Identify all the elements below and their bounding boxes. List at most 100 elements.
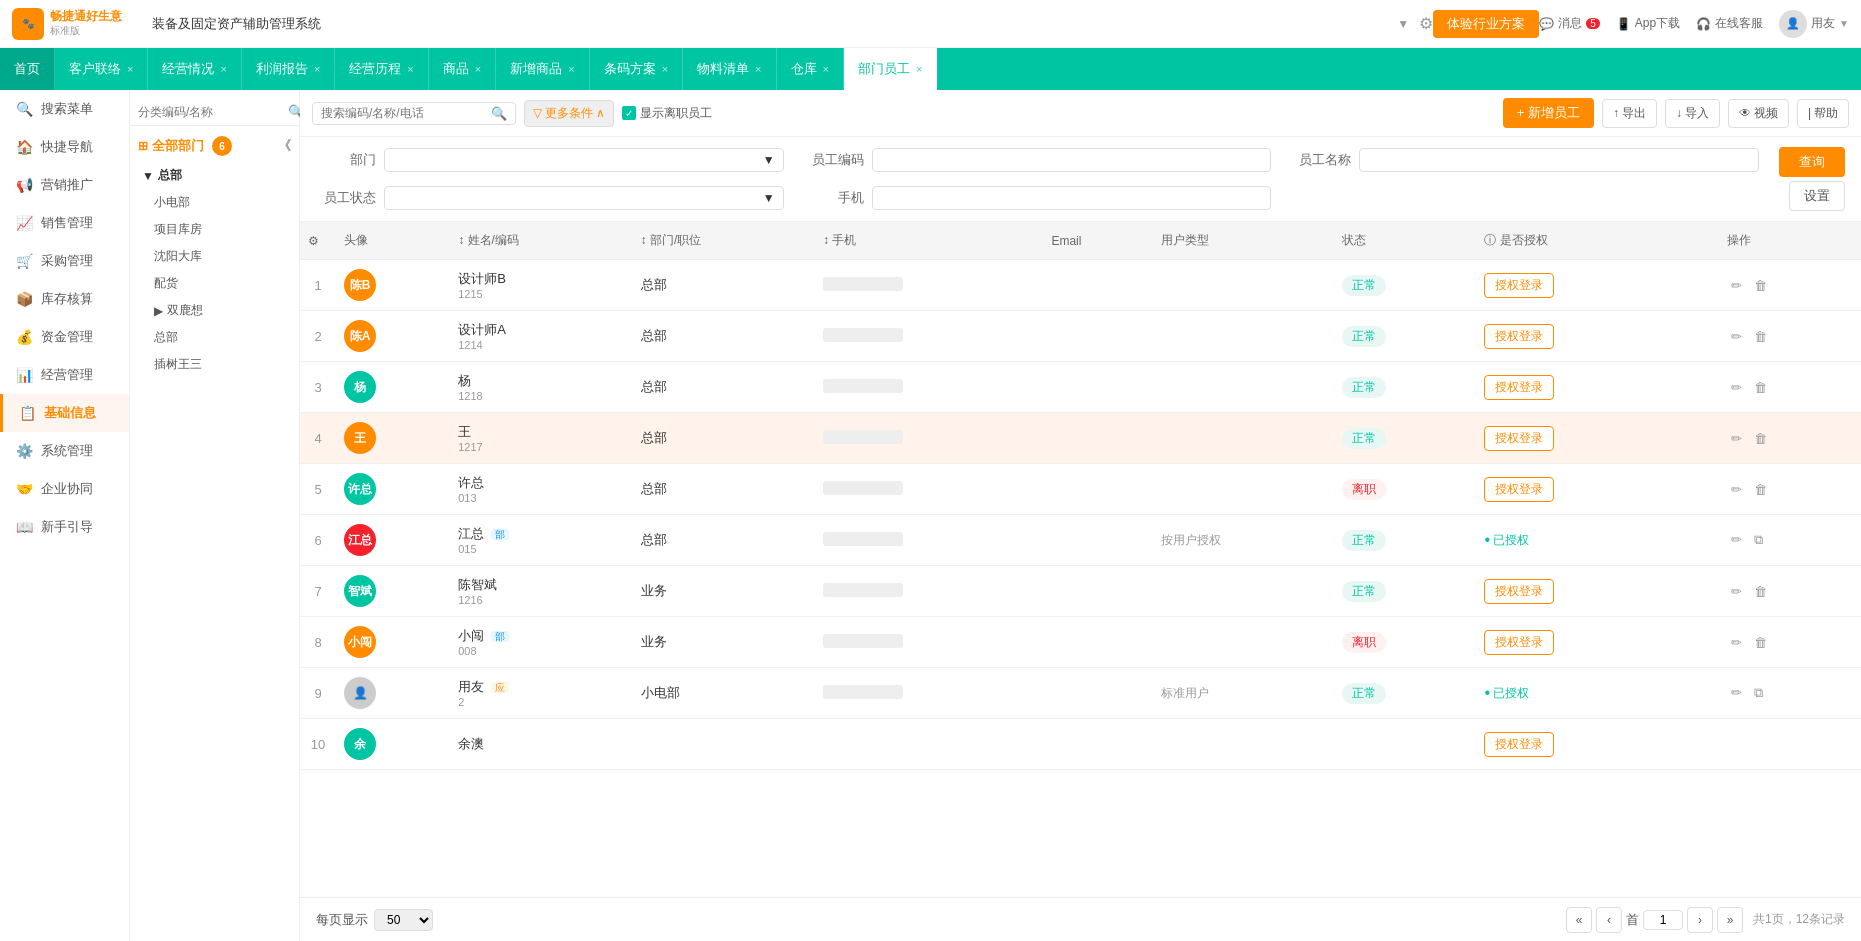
online-service-btn[interactable]: 🎧 在线客服 — [1696, 15, 1763, 32]
emp-status-select[interactable]: ▼ — [384, 186, 784, 210]
tab-add-goods[interactable]: 新增商品 × — [496, 48, 589, 90]
sidebar-item-guide[interactable]: 📖 新手引导 — [0, 508, 129, 546]
sidebar-item-quicknav[interactable]: 🏠 快捷导航 — [0, 128, 129, 166]
sidebar-item-search[interactable]: 🔍 搜索菜单 — [0, 90, 129, 128]
tab-operation[interactable]: 经营情况 × — [148, 48, 241, 90]
search-input[interactable] — [321, 106, 491, 120]
delete-icon[interactable]: 🗑 — [1750, 378, 1771, 397]
delete-icon[interactable]: 🗑 — [1750, 327, 1771, 346]
auth-btn[interactable]: 授权登录 — [1484, 324, 1554, 349]
search-submit-icon[interactable]: 🔍 — [491, 106, 507, 121]
dept-filter-select[interactable]: ▼ — [384, 148, 784, 172]
dept-node-shuanglusiang[interactable]: ▶ 双鹿想 — [134, 297, 295, 324]
sidebar-item-sales[interactable]: 📈 销售管理 — [0, 204, 129, 242]
close-icon[interactable]: × — [127, 63, 133, 75]
collapse-icon[interactable]: 《 — [278, 137, 291, 155]
copy-icon[interactable]: ⧉ — [1750, 683, 1767, 702]
edit-icon[interactable]: ✏ — [1727, 276, 1746, 295]
phone-input[interactable] — [872, 186, 1272, 210]
edit-icon[interactable]: ✏ — [1727, 327, 1746, 346]
last-page-btn[interactable]: » — [1717, 907, 1743, 933]
edit-icon[interactable]: ✏ — [1727, 582, 1746, 601]
add-employee-btn[interactable]: + 新增员工 — [1503, 98, 1594, 128]
auth-btn[interactable]: 授权登录 — [1484, 630, 1554, 655]
delete-icon[interactable]: 🗑 — [1750, 429, 1771, 448]
close-icon[interactable]: × — [823, 63, 829, 75]
tab-history[interactable]: 经营历程 × — [335, 48, 428, 90]
show-resigned-toggle[interactable]: ✓ 显示离职员工 — [622, 105, 712, 122]
app-download-btn[interactable]: 📱 App下载 — [1616, 15, 1680, 32]
dept-header[interactable]: ⊞ 全部部门 6 《 — [130, 130, 299, 162]
close-icon[interactable]: × — [916, 63, 922, 75]
dept-node-xiaodibu[interactable]: 小电部 — [134, 189, 295, 216]
sidebar-item-system[interactable]: ⚙️ 系统管理 — [0, 432, 129, 470]
message-btn[interactable]: 💬 消息 5 — [1539, 15, 1600, 32]
trial-button[interactable]: 体验行业方案 — [1433, 10, 1539, 38]
edit-icon[interactable]: ✏ — [1727, 378, 1746, 397]
sidebar-item-business[interactable]: 📊 经营管理 — [0, 356, 129, 394]
sidebar-item-inventory[interactable]: 📦 库存核算 — [0, 280, 129, 318]
close-icon[interactable]: × — [220, 63, 226, 75]
dropdown-arrow-icon[interactable]: ▼ — [1397, 17, 1409, 31]
query-btn[interactable]: 查询 — [1779, 147, 1845, 177]
edit-icon[interactable]: ✏ — [1727, 429, 1746, 448]
first-page-btn[interactable]: « — [1566, 907, 1592, 933]
sidebar-item-collab[interactable]: 🤝 企业协同 — [0, 470, 129, 508]
close-icon[interactable]: × — [662, 63, 668, 75]
close-icon[interactable]: × — [407, 63, 413, 75]
settings-icon[interactable]: ⚙ — [1419, 14, 1433, 33]
tab-barcode[interactable]: 条码方案 × — [590, 48, 683, 90]
emp-name-input[interactable] — [1359, 148, 1759, 172]
auth-btn[interactable]: 授权登录 — [1484, 579, 1554, 604]
sidebar-item-purchase[interactable]: 🛒 采购管理 — [0, 242, 129, 280]
tab-profit[interactable]: 利润报告 × — [242, 48, 335, 90]
dept-node-zongbu[interactable]: 总部 — [134, 324, 295, 351]
tab-home[interactable]: 首页 — [0, 48, 55, 90]
next-page-btn[interactable]: › — [1687, 907, 1713, 933]
edit-icon[interactable]: ✏ — [1727, 633, 1746, 652]
delete-icon[interactable]: 🗑 — [1750, 633, 1771, 652]
dept-node-shenyangdaku[interactable]: 沈阳大库 — [134, 243, 295, 270]
edit-icon[interactable]: ✏ — [1727, 530, 1746, 549]
emp-code-input[interactable] — [872, 148, 1272, 172]
help-btn[interactable]: | 帮助 — [1797, 99, 1849, 128]
close-icon[interactable]: × — [475, 63, 481, 75]
edit-icon[interactable]: ✏ — [1727, 480, 1746, 499]
tab-bom[interactable]: 物料清单 × — [683, 48, 776, 90]
tab-dept-staff[interactable]: 部门员工 × — [844, 48, 937, 90]
user-profile-btn[interactable]: 👤 用友 ▼ — [1779, 10, 1849, 38]
edit-icon[interactable]: ✏ — [1727, 683, 1746, 702]
import-btn[interactable]: ↓ 导入 — [1665, 99, 1720, 128]
view-btn[interactable]: 👁 视频 — [1728, 99, 1789, 128]
close-icon[interactable]: × — [568, 63, 574, 75]
prev-page-btn[interactable]: ‹ — [1596, 907, 1622, 933]
delete-icon[interactable]: 🗑 — [1750, 582, 1771, 601]
more-filter-btn[interactable]: ▽ 更多条件 ∧ — [524, 100, 614, 127]
close-icon[interactable]: × — [755, 63, 761, 75]
col-dept[interactable]: ↕ 部门/职位 — [633, 222, 815, 260]
reset-btn[interactable]: 设置 — [1789, 181, 1845, 211]
tab-warehouse[interactable]: 仓库 × — [777, 48, 844, 90]
page-number-input[interactable] — [1643, 910, 1683, 930]
dept-node-root[interactable]: ▼ 总部 — [134, 162, 295, 189]
auth-btn[interactable]: 授权登录 — [1484, 732, 1554, 757]
auth-btn[interactable]: 授权登录 — [1484, 273, 1554, 298]
export-btn[interactable]: ↑ 导出 — [1602, 99, 1657, 128]
dept-search-input[interactable] — [138, 105, 288, 119]
auth-btn[interactable]: 授权登录 — [1484, 375, 1554, 400]
close-icon[interactable]: × — [314, 63, 320, 75]
sidebar-item-marketing[interactable]: 📢 营销推广 — [0, 166, 129, 204]
per-page-select[interactable]: 50 100 200 — [374, 909, 433, 931]
dept-node-chashuwang[interactable]: 插树王三 — [134, 351, 295, 378]
copy-icon[interactable]: ⧉ — [1750, 530, 1767, 549]
col-phone[interactable]: ↕ 手机 — [815, 222, 1043, 260]
sidebar-item-finance[interactable]: 💰 资金管理 — [0, 318, 129, 356]
auth-btn[interactable]: 授权登录 — [1484, 426, 1554, 451]
col-settings[interactable]: ⚙ — [300, 222, 336, 260]
delete-icon[interactable]: 🗑 — [1750, 276, 1771, 295]
sidebar-item-basic-info[interactable]: 📋 基础信息 — [0, 394, 129, 432]
dept-node-xiangmukufang[interactable]: 项目库房 — [134, 216, 295, 243]
auth-btn[interactable]: 授权登录 — [1484, 477, 1554, 502]
col-name[interactable]: ↕ 姓名/编码 — [450, 222, 632, 260]
dept-node-peihuo[interactable]: 配货 — [134, 270, 295, 297]
